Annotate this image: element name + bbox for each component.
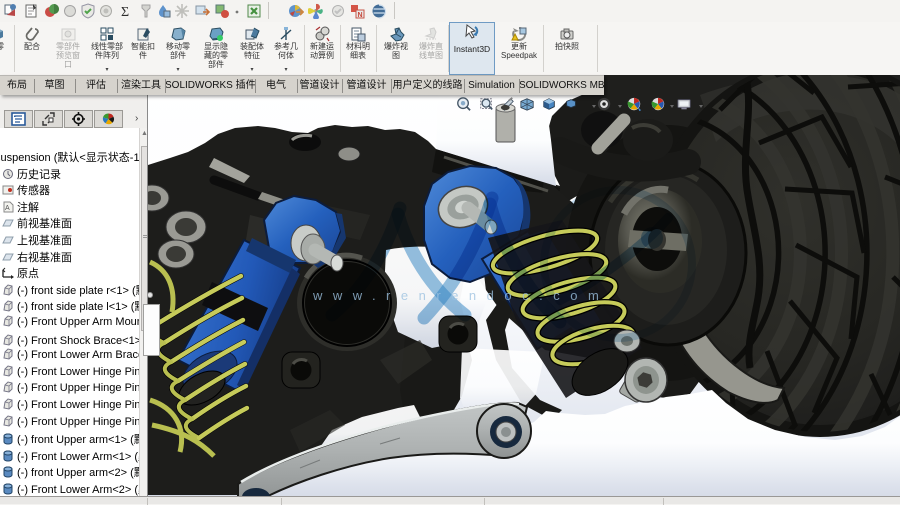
svg-text:Σ: Σ [121, 5, 129, 19]
svg-text:N: N [358, 12, 363, 19]
svg-text:A: A [5, 205, 10, 212]
svg-text:www.renrendoc.com: www.renrendoc.com [312, 288, 609, 303]
